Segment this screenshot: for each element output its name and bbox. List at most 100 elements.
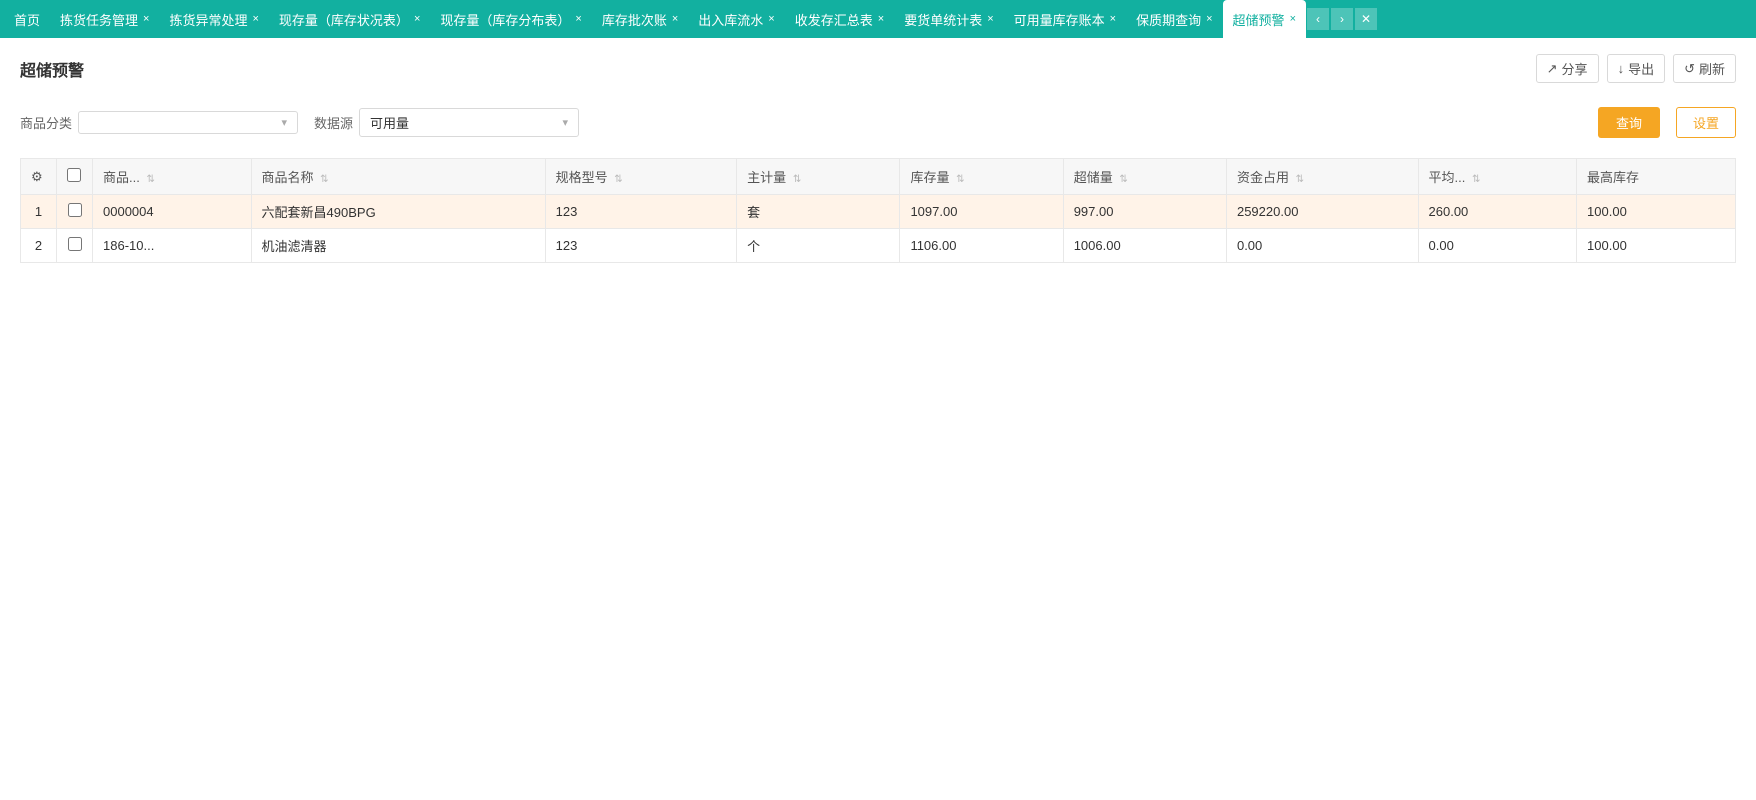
col-avg[interactable]: 平均... ⇅ (1418, 159, 1577, 195)
nav-item-inventory-status[interactable]: 现存量（库存状况表） × (269, 0, 430, 38)
datasource-filter: 数据源 可用量 ▾ (314, 108, 579, 137)
nav-abnormal-label: 拣货异常处理 (169, 10, 247, 29)
nav-close-overstock[interactable]: × (1290, 13, 1296, 25)
cell-product-code-0: 0000004 (93, 195, 252, 229)
nav-home-label: 首页 (14, 10, 40, 29)
set-button[interactable]: 设置 (1676, 107, 1736, 138)
table-header: ⚙ 商品... ⇅ 商品名称 ⇅ 规格型号 ⇅ 主计量 (21, 159, 1736, 195)
sort-stock: ⇅ (956, 174, 964, 185)
nav-item-quality[interactable]: 保质期查询 × (1126, 0, 1222, 38)
cell-capital-0: 259220.00 (1226, 195, 1418, 229)
nav-item-home[interactable]: 首页 (4, 0, 50, 38)
row-select-0[interactable] (68, 203, 82, 217)
nav-item-inventory-dist[interactable]: 现存量（库存分布表） × (430, 0, 591, 38)
cell-unit-0: 套 (737, 195, 900, 229)
sort-overstock: ⇅ (1119, 174, 1127, 185)
nav-close-order[interactable]: × (987, 13, 993, 25)
cell-capital-1: 0.00 (1226, 229, 1418, 263)
export-label: 导出 (1628, 59, 1654, 78)
col-product-name[interactable]: 商品名称 ⇅ (251, 159, 545, 195)
sort-unit: ⇅ (793, 174, 801, 185)
cell-max-stock-1: 100.00 (1577, 229, 1736, 263)
refresh-button[interactable]: ↺ 刷新 (1673, 54, 1736, 83)
nav-close-task[interactable]: × (143, 13, 149, 25)
cell-overstock-1: 1006.00 (1063, 229, 1226, 263)
nav-item-abnormal[interactable]: 拣货异常处理 × (159, 0, 268, 38)
nav-item-overstock[interactable]: 超储预警 × (1223, 0, 1306, 38)
share-label: 分享 (1562, 59, 1588, 78)
cell-product-name-1: 机油滤清器 (251, 229, 545, 263)
datasource-value: 可用量 (370, 113, 409, 132)
nav-close-available[interactable]: × (1110, 13, 1116, 25)
nav-task-label: 拣货任务管理 (60, 10, 138, 29)
cell-max-stock-0: 100.00 (1577, 195, 1736, 229)
nav-close-batch[interactable]: × (672, 13, 678, 25)
nav-overstock-label: 超储预警 (1233, 10, 1285, 29)
page-title-row: 超储预警 ↗ 分享 ↓ 导出 ↺ 刷新 (20, 54, 1736, 83)
nav-item-order-stats[interactable]: 要货单统计表 × (894, 0, 1003, 38)
nav-close-inventory-dist[interactable]: × (575, 13, 581, 25)
cell-product-code-1: 186-10... (93, 229, 252, 263)
datasource-arrow: ▾ (563, 116, 569, 129)
datasource-label: 数据源 (314, 113, 353, 132)
category-label: 商品分类 (20, 113, 72, 132)
cell-product-name-0: 六配套新昌490BPG (251, 195, 545, 229)
cell-stock-0: 1097.00 (900, 195, 1063, 229)
nav-available-label: 可用量库存账本 (1014, 10, 1105, 29)
col-gear: ⚙ (21, 159, 57, 195)
col-stock[interactable]: 库存量 ⇅ (900, 159, 1063, 195)
category-arrow: ▾ (281, 116, 287, 129)
nav-item-batch-account[interactable]: 库存批次账 × (592, 0, 688, 38)
sort-capital: ⇅ (1296, 174, 1304, 185)
nav-item-receive-send[interactable]: 收发存汇总表 × (785, 0, 894, 38)
nav-item-task-mgmt[interactable]: 拣货任务管理 × (50, 0, 159, 38)
sort-avg: ⇅ (1472, 174, 1480, 185)
cell-spec-1: 123 (545, 229, 737, 263)
nav-close-inventory-status[interactable]: × (414, 13, 420, 25)
col-max-stock[interactable]: 最高库存 (1577, 159, 1736, 195)
select-all-checkbox[interactable] (67, 168, 81, 182)
nav-item-available[interactable]: 可用量库存账本 × (1004, 0, 1126, 38)
refresh-label: 刷新 (1699, 59, 1725, 78)
nav-close-button[interactable]: ✕ (1355, 8, 1377, 30)
share-button[interactable]: ↗ 分享 (1536, 54, 1599, 83)
gear-icon[interactable]: ⚙ (31, 169, 43, 184)
cell-avg-0: 260.00 (1418, 195, 1577, 229)
col-checkbox-header (57, 159, 93, 195)
row-checkbox-0 (57, 195, 93, 229)
cell-overstock-0: 997.00 (1063, 195, 1226, 229)
nav-next-button[interactable]: › (1331, 8, 1353, 30)
nav-close-inout[interactable]: × (768, 13, 774, 25)
col-unit[interactable]: 主计量 ⇅ (737, 159, 900, 195)
query-button[interactable]: 查询 (1598, 107, 1660, 138)
nav-batch-label: 库存批次账 (602, 10, 667, 29)
table-row: 2 186-10... 机油滤清器 123 个 1106.00 1006.00 … (21, 229, 1736, 263)
nav-item-inout-flow[interactable]: 出入库流水 × (688, 0, 784, 38)
col-spec[interactable]: 规格型号 ⇅ (545, 159, 737, 195)
main-content: 超储预警 ↗ 分享 ↓ 导出 ↺ 刷新 商品分类 ▾ 数据源 (0, 38, 1756, 800)
sort-spec: ⇅ (614, 174, 622, 185)
export-button[interactable]: ↓ 导出 (1607, 54, 1666, 83)
nav-prev-button[interactable]: ‹ (1307, 8, 1329, 30)
cell-unit-1: 个 (737, 229, 900, 263)
top-nav: 首页 拣货任务管理 × 拣货异常处理 × 现存量（库存状况表） × 现存量（库存… (0, 0, 1756, 38)
nav-close-quality[interactable]: × (1206, 13, 1212, 25)
nav-inventory-dist-label: 现存量（库存分布表） (440, 10, 570, 29)
row-num-1: 2 (21, 229, 57, 263)
datasource-select[interactable]: 可用量 ▾ (359, 108, 579, 137)
nav-close-receive[interactable]: × (878, 13, 884, 25)
nav-receive-label: 收发存汇总表 (795, 10, 873, 29)
cell-stock-1: 1106.00 (900, 229, 1063, 263)
refresh-icon: ↺ (1684, 61, 1695, 77)
row-checkbox-1 (57, 229, 93, 263)
col-overstock[interactable]: 超储量 ⇅ (1063, 159, 1226, 195)
table-body: 1 0000004 六配套新昌490BPG 123 套 1097.00 997.… (21, 195, 1736, 263)
row-select-1[interactable] (68, 237, 82, 251)
nav-close-abnormal[interactable]: × (252, 13, 258, 25)
category-select[interactable]: ▾ (78, 111, 298, 134)
col-product-code[interactable]: 商品... ⇅ (93, 159, 252, 195)
col-capital[interactable]: 资金占用 ⇅ (1226, 159, 1418, 195)
nav-quality-label: 保质期查询 (1136, 10, 1201, 29)
table-row: 1 0000004 六配套新昌490BPG 123 套 1097.00 997.… (21, 195, 1736, 229)
nav-inout-label: 出入库流水 (698, 10, 763, 29)
